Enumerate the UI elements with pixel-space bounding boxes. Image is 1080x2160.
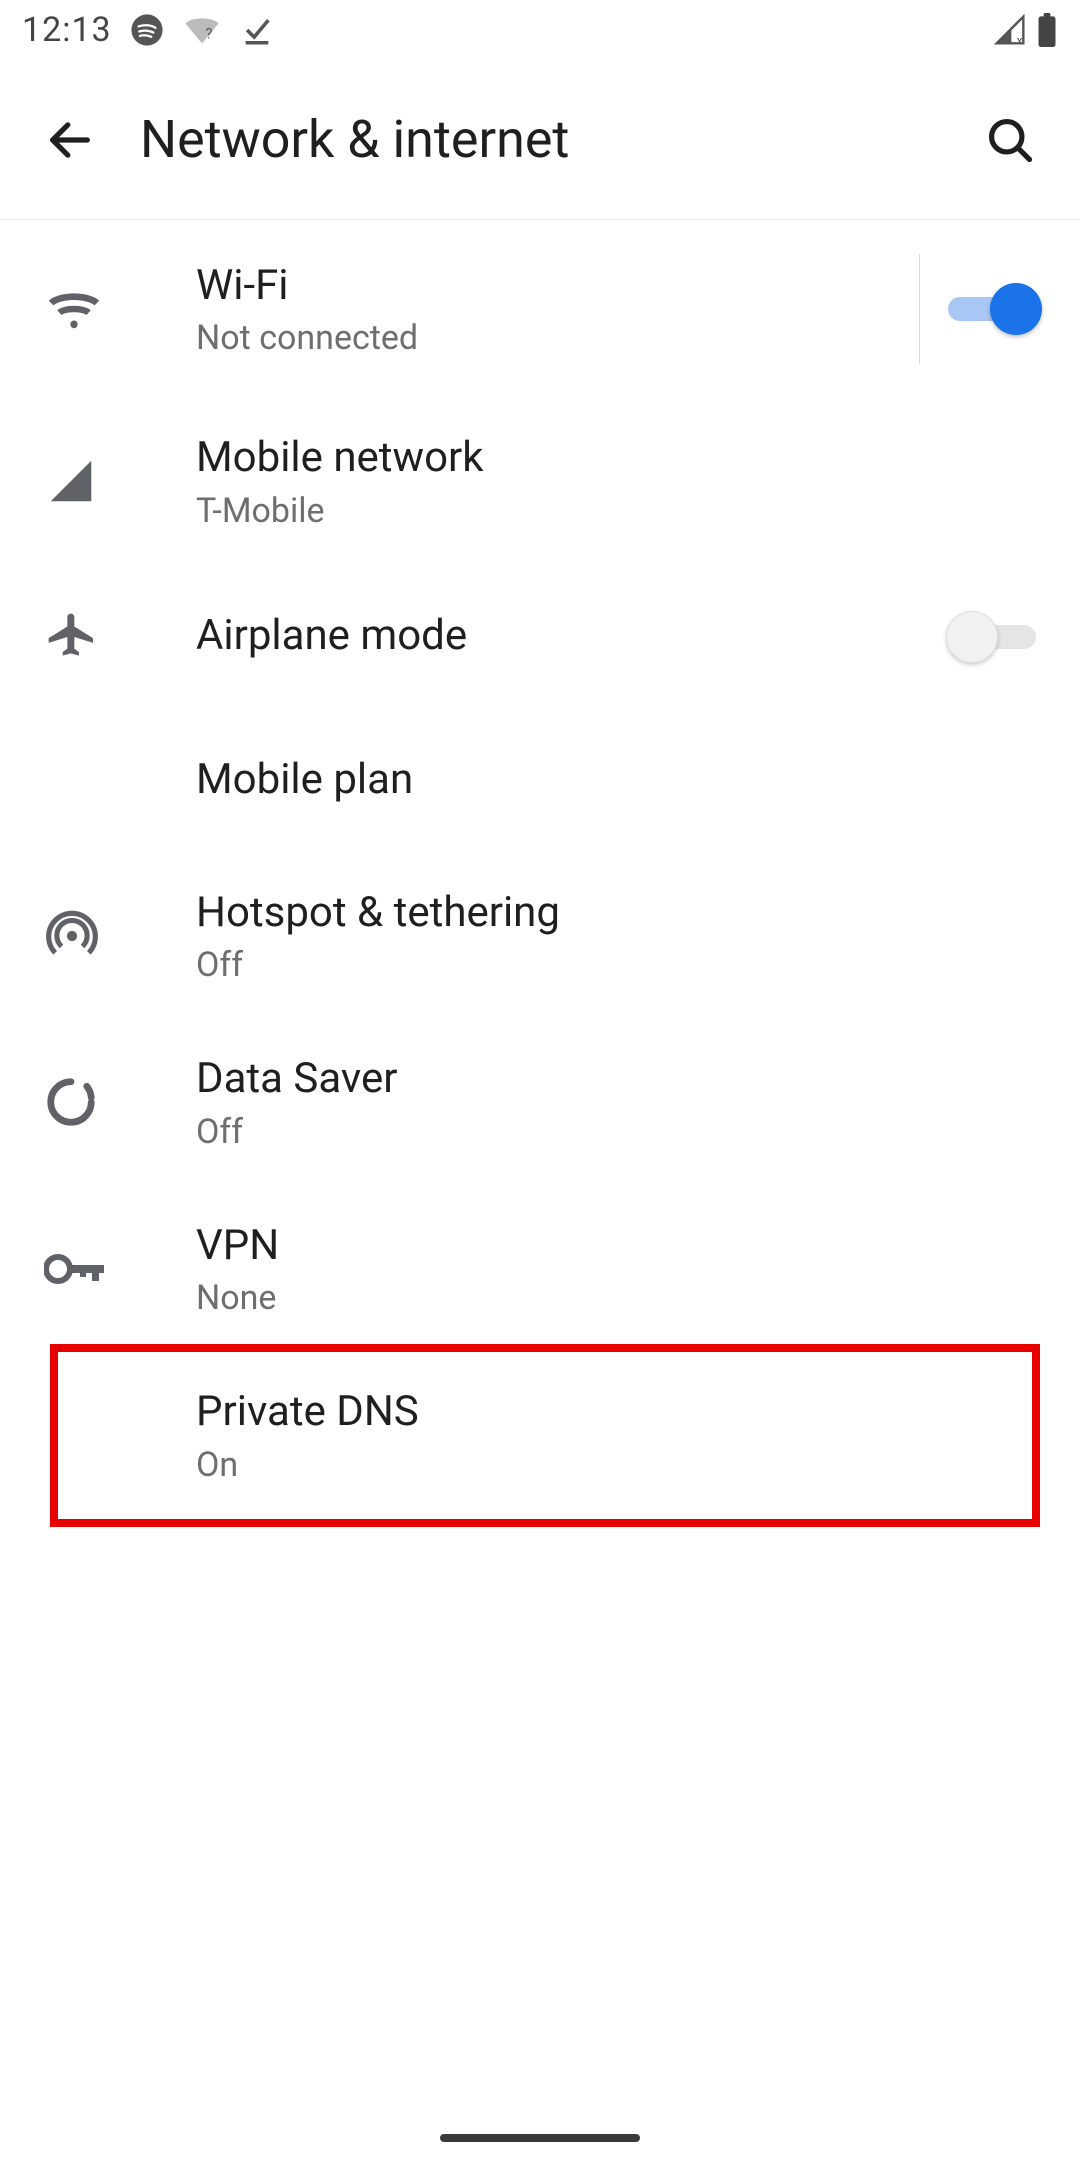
status-bar: 12:13 ? x <box>0 0 1080 60</box>
hotspot-icon <box>44 908 100 964</box>
search-icon <box>984 114 1036 166</box>
row-airplane[interactable]: Airplane mode <box>0 565 1080 709</box>
signal-no-data-icon: x <box>994 14 1026 46</box>
mobile-sub: T-Mobile <box>196 491 876 531</box>
row-data-saver[interactable]: Data Saver Off <box>0 1019 1080 1186</box>
airplane-toggle[interactable] <box>948 611 1036 663</box>
back-button[interactable] <box>44 114 104 166</box>
wifi-icon <box>44 285 104 333</box>
row-mobile-plan[interactable]: Mobile plan <box>0 709 1080 853</box>
download-done-icon <box>240 13 274 47</box>
wifi-sub: Not connected <box>196 318 876 358</box>
row-private-dns[interactable]: Private DNS On <box>0 1352 1080 1519</box>
private-dns-label: Private DNS <box>196 1386 876 1439</box>
airplane-label: Airplane mode <box>196 610 876 663</box>
mobile-plan-label: Mobile plan <box>196 754 876 807</box>
row-vpn[interactable]: VPN None <box>0 1186 1080 1353</box>
wifi-toggle[interactable] <box>948 283 1036 335</box>
airplane-icon <box>44 609 100 665</box>
hotspot-sub: Off <box>196 945 876 985</box>
page-title: Network & internet <box>104 109 976 170</box>
row-hotspot[interactable]: Hotspot & tethering Off <box>0 853 1080 1020</box>
app-bar: Network & internet <box>0 60 1080 220</box>
row-wifi[interactable]: Wi-Fi Not connected <box>0 220 1080 398</box>
wifi-unknown-icon: ? <box>182 13 222 47</box>
wifi-label: Wi-Fi <box>196 260 876 313</box>
row-mobile-network[interactable]: Mobile network T-Mobile <box>0 398 1080 565</box>
mobile-label: Mobile network <box>196 432 876 485</box>
data-saver-icon <box>44 1075 98 1129</box>
vpn-label: VPN <box>196 1220 876 1273</box>
battery-icon <box>1036 13 1058 47</box>
svg-text:?: ? <box>205 24 212 42</box>
cellular-icon <box>44 454 98 508</box>
wifi-divider <box>919 254 920 364</box>
private-dns-sub: On <box>196 1445 876 1485</box>
data-saver-label: Data Saver <box>196 1053 876 1106</box>
spotify-icon <box>130 13 164 47</box>
vpn-sub: None <box>196 1278 876 1318</box>
status-time: 12:13 <box>22 10 112 50</box>
settings-list: Wi-Fi Not connected Mobile network T-Mob… <box>0 220 1080 1519</box>
search-button[interactable] <box>976 114 1036 166</box>
hotspot-label: Hotspot & tethering <box>196 887 876 940</box>
gesture-nav-pill[interactable] <box>440 2134 640 2142</box>
vpn-key-icon <box>44 1249 108 1289</box>
arrow-back-icon <box>44 114 96 166</box>
svg-text:x: x <box>1017 34 1023 46</box>
data-saver-sub: Off <box>196 1112 876 1152</box>
